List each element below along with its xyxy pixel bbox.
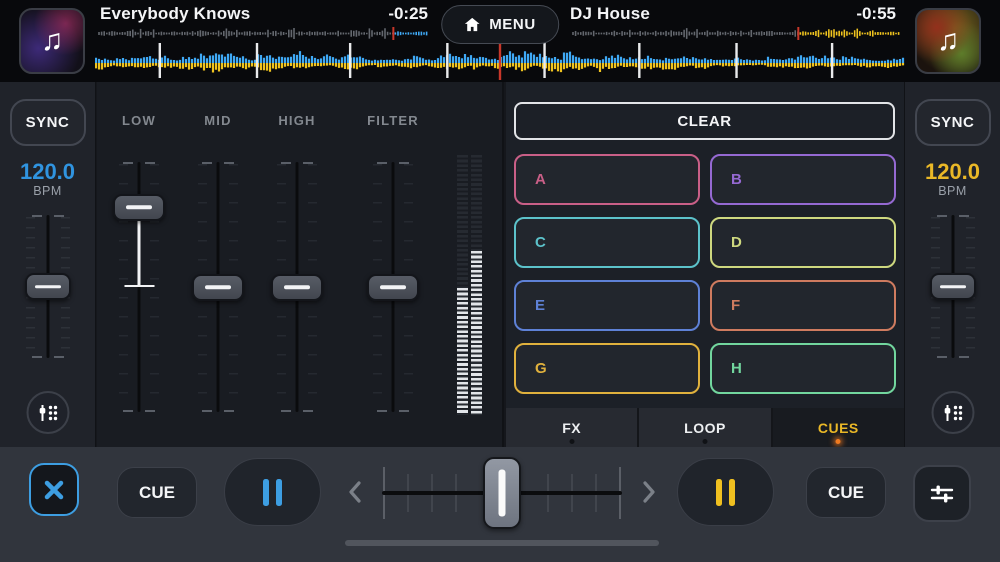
deck-right-bpm-value: 120.0 [905, 159, 1000, 185]
cue-pad-f[interactable]: F [710, 280, 896, 331]
deck-left-column: SYNC 120.0 BPM [0, 82, 96, 447]
cue-pad-a[interactable]: A [514, 154, 700, 205]
deck-right-time-remaining: -0:55 [822, 4, 896, 24]
cue-pads-grid: A B C D E F G H [514, 154, 896, 394]
mixer-channel-mid: MID [183, 82, 253, 447]
music-note-icon: ♫ [937, 26, 960, 56]
deck-left-cue-button[interactable]: CUE [117, 467, 197, 518]
deck-left-album-art[interactable]: ♫ [19, 8, 85, 74]
deck-left-bpm-value: 120.0 [0, 159, 95, 185]
crossfader-right-chevron-icon[interactable] [640, 480, 658, 504]
fx-loop-cues-tab-bar: FX LOOP CUES [506, 408, 904, 447]
vu-meter [450, 82, 504, 447]
filter-handle[interactable] [367, 274, 419, 301]
deck-right-column: SYNC 120.0 BPM [904, 82, 1000, 447]
cue-pad-e[interactable]: E [514, 280, 700, 331]
deck-left-eq-button[interactable] [26, 391, 69, 434]
tab-indicator-dot [836, 439, 841, 444]
high-eq-handle[interactable] [271, 274, 323, 301]
cue-pad-c[interactable]: C [514, 217, 700, 268]
deck-right-overview-waveform[interactable] [572, 27, 900, 40]
high-eq-slider[interactable] [277, 162, 317, 412]
deck-left-pause-button[interactable] [224, 458, 321, 526]
crossfader-left-chevron-icon[interactable] [346, 480, 364, 504]
tab-loop[interactable]: LOOP [637, 408, 770, 447]
deck-right-cue-button[interactable]: CUE [806, 467, 886, 518]
mid-eq-slider[interactable] [198, 162, 238, 412]
pause-icon [263, 479, 269, 506]
tune-sliders-icon [929, 482, 955, 506]
crossfader[interactable] [374, 455, 630, 530]
cue-pad-d[interactable]: D [710, 217, 896, 268]
deck-right-pitch-fader[interactable] [931, 215, 975, 358]
mixer-panel: LOW MID HIGH [97, 82, 450, 447]
filter-slider[interactable] [373, 162, 413, 412]
vu-meter-left-column [457, 155, 468, 415]
mixer-settings-button[interactable] [913, 465, 971, 522]
tab-indicator-dot [702, 439, 707, 444]
cue-pad-g[interactable]: G [514, 343, 700, 394]
deck-left-pitch-handle[interactable] [25, 273, 71, 300]
cue-pad-b[interactable]: B [710, 154, 896, 205]
deck-right-eq-button[interactable] [931, 391, 974, 434]
channel-label: FILTER [358, 113, 428, 128]
mid-eq-handle[interactable] [192, 274, 244, 301]
bottom-scroll-indicator[interactable] [345, 540, 659, 546]
deck-right-album-art[interactable]: ♫ [915, 8, 981, 74]
deck-right-pitch-handle[interactable] [930, 273, 976, 300]
close-deck-button[interactable] [29, 463, 79, 516]
cue-pad-h[interactable]: H [710, 343, 896, 394]
channel-label: HIGH [262, 113, 332, 128]
pause-icon [716, 479, 722, 506]
vu-meter-right-column [471, 155, 482, 415]
low-eq-handle[interactable] [113, 194, 165, 221]
dj-app: ♫ ♫ Everybody Knows -0:25 DJ House -0:55… [0, 0, 1000, 562]
deck-left-time-remaining: -0:25 [360, 4, 428, 24]
deck-left-pitch-fader[interactable] [26, 215, 70, 358]
deck-right-pause-button[interactable] [677, 458, 774, 526]
tab-fx[interactable]: FX [506, 408, 637, 447]
eq-mixer-icon [942, 402, 964, 424]
channel-label: LOW [104, 113, 174, 128]
deck-right-track-title: DJ House [570, 4, 650, 24]
low-eq-slider[interactable] [119, 162, 159, 412]
low-offset-indicator [138, 221, 141, 288]
clear-cues-button[interactable]: CLEAR [514, 102, 895, 140]
music-note-icon: ♫ [41, 26, 64, 56]
deck-right-bpm-label: BPM [905, 184, 1000, 198]
tab-cues[interactable]: CUES [771, 408, 904, 447]
crossfader-handle[interactable] [483, 457, 521, 529]
deck-right-sync-button[interactable]: SYNC [915, 99, 991, 146]
mixer-channel-high: HIGH [262, 82, 332, 447]
mixer-channel-low: LOW [104, 82, 174, 447]
menu-button[interactable]: MENU [441, 5, 559, 44]
home-icon [464, 17, 480, 32]
deck-left-track-title: Everybody Knows [100, 4, 250, 24]
eq-mixer-icon [37, 402, 59, 424]
top-bar: ♫ ♫ Everybody Knows -0:25 DJ House -0:55… [0, 0, 1000, 82]
deck-left-sync-button[interactable]: SYNC [10, 99, 86, 146]
deck-left-bpm-label: BPM [0, 184, 95, 198]
cue-pads-panel: CLEAR A B C D E F G H FX LOOP CUES [506, 82, 904, 447]
transport-bar: CUE CUE [0, 447, 1000, 562]
menu-label: MENU [489, 16, 536, 33]
main-scrolling-waveform[interactable] [95, 41, 905, 80]
channel-label: MID [183, 113, 253, 128]
mixer-channel-filter: FILTER [358, 82, 428, 447]
close-icon [42, 478, 66, 502]
deck-left-overview-waveform[interactable] [98, 27, 428, 40]
tab-indicator-dot [569, 439, 574, 444]
